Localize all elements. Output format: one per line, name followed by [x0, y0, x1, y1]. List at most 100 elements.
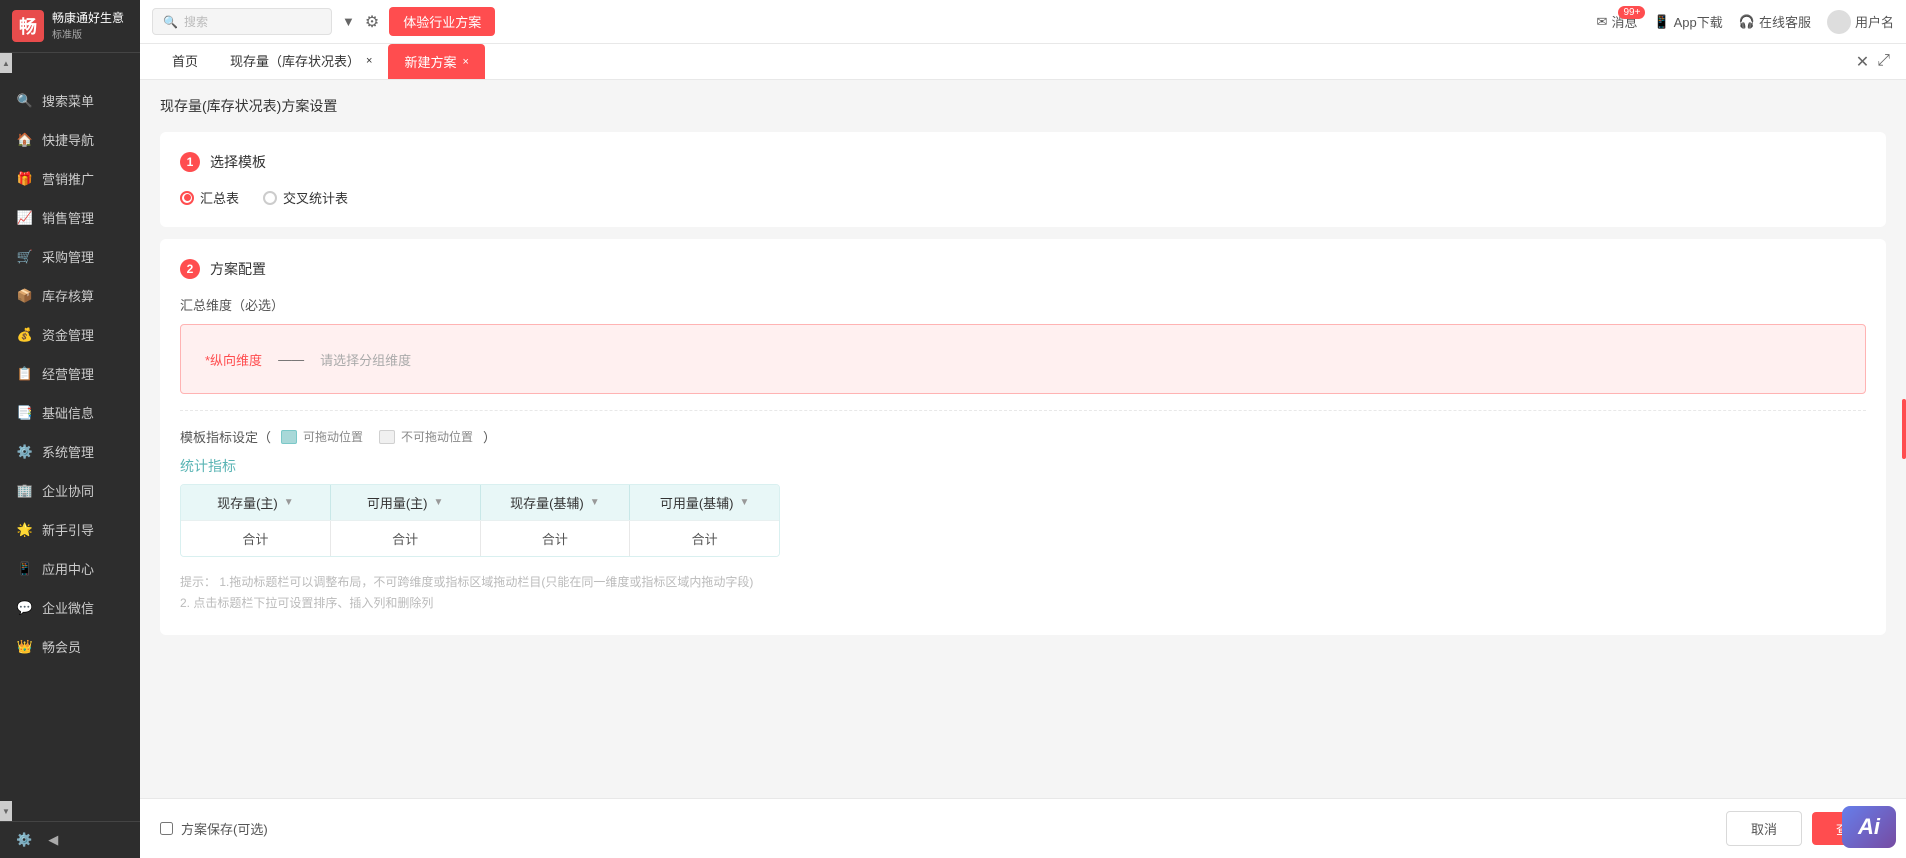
tab-home[interactable]: 首页	[156, 43, 214, 80]
metrics-table-row: 合计 合计 合计 合计	[181, 520, 779, 556]
inventory-icon: 📦	[16, 287, 34, 305]
online-service-link[interactable]: 🎧 在线客服	[1739, 12, 1811, 31]
collapse-icon[interactable]: ◀	[48, 832, 58, 848]
marketing-icon: 🎁	[16, 170, 34, 188]
tab-new-scheme-close[interactable]: ×	[462, 56, 468, 68]
col-available-aux[interactable]: 可用量(基辅) ▼	[630, 485, 779, 520]
sidebar-scroll-up[interactable]: ▲	[0, 53, 12, 73]
quick-nav-icon: 🏠	[16, 131, 34, 149]
radio-summary-label: 汇总表	[200, 188, 239, 207]
step2-header: 2 方案配置	[180, 259, 1866, 279]
sidebar-item-member[interactable]: 👑 畅会员	[0, 627, 140, 666]
col-present-main-label: 现存量(主)	[217, 493, 278, 512]
sidebar-item-label: 企业协同	[42, 481, 94, 500]
topbar-right: ✉ 消息 99+ 📱 App下载 🎧 在线客服 用户名	[1597, 10, 1894, 34]
sidebar-item-new-guide[interactable]: 🌟 新手引导	[0, 510, 140, 549]
tab-close-action[interactable]: ✕	[1856, 52, 1869, 72]
col-present-main-chevron[interactable]: ▼	[284, 497, 294, 508]
tip-line1: 提示： 1.拖动标题栏可以调整布局，不可跨维度或指标区域拖动栏目(只能在同一维度…	[180, 573, 1866, 590]
sidebar-footer: ⚙️ ◀	[0, 821, 140, 858]
step1-title: 选择模板	[210, 152, 266, 172]
cell-present-main: 合计	[181, 521, 331, 556]
radio-cross-dot	[263, 191, 277, 205]
col-available-main-label: 可用量(主)	[367, 493, 428, 512]
save-option: 方案保存(可选)	[160, 819, 268, 838]
app-logo: 畅 畅康通好生意 标准版	[0, 0, 140, 53]
topbar-search-placeholder: 搜索	[184, 13, 208, 30]
sidebar-item-operations[interactable]: 📋 经营管理	[0, 354, 140, 393]
tab-expand-action[interactable]: ⤢	[1877, 52, 1890, 72]
dimension-section-label: 汇总维度（必选）	[180, 295, 1866, 314]
main-wrap: 🔍 搜索 ▼ ⚙ 体验行业方案 ✉ 消息 99+ 📱 App下载 🎧 在线客服 …	[140, 0, 1906, 858]
sidebar-item-finance[interactable]: 💰 资金管理	[0, 315, 140, 354]
col-available-aux-label: 可用量(基辅)	[660, 493, 734, 512]
radio-cross-label: 交叉统计表	[283, 188, 348, 207]
step2-card: 2 方案配置 汇总维度（必选） *纵向维度 —— 请选择分组维度 模板指标设定（	[160, 239, 1886, 635]
cancel-button[interactable]: 取消	[1726, 811, 1802, 846]
save-checkbox-input[interactable]	[160, 822, 173, 835]
sidebar-item-search-menu[interactable]: 🔍 搜索菜单	[0, 81, 140, 120]
settings-footer-icon[interactable]: ⚙️	[16, 832, 32, 848]
tab-inventory-status[interactable]: 现存量（库存状况表） ×	[214, 43, 388, 80]
col-available-main[interactable]: 可用量(主) ▼	[331, 485, 481, 520]
logo-sub: 标准版	[52, 26, 124, 41]
template-radio-group: 汇总表 交叉统计表	[180, 188, 1866, 207]
radio-cross[interactable]: 交叉统计表	[263, 188, 348, 207]
topbar-search-box[interactable]: 🔍 搜索	[152, 8, 332, 35]
finance-icon: 💰	[16, 326, 34, 344]
stats-label: 统计指标	[180, 456, 1866, 476]
topbar-search-icon: 🔍	[163, 15, 178, 29]
topbar-gear-icon[interactable]: ⚙	[365, 12, 379, 32]
sidebar-item-quick-nav[interactable]: 🏠 快捷导航	[0, 120, 140, 159]
step1-header: 1 选择模板	[180, 152, 1866, 172]
col-present-aux-chevron[interactable]: ▼	[590, 497, 600, 508]
sidebar-item-label: 经营管理	[42, 364, 94, 383]
purchase-icon: 🛒	[16, 248, 34, 266]
topbar-dropdown-icon[interactable]: ▼	[342, 14, 355, 29]
user-info[interactable]: 用户名	[1827, 10, 1894, 34]
page-title: 现存量(库存状况表)方案设置	[160, 96, 1886, 116]
app-download-link[interactable]: 📱 App下载	[1653, 12, 1722, 31]
dimension-area[interactable]: *纵向维度 —— 请选择分组维度	[180, 324, 1866, 394]
legend-fixed-box	[379, 430, 395, 444]
base-info-icon: 📑	[16, 404, 34, 422]
message-badge: 99+	[1618, 6, 1645, 19]
sidebar-item-purchase[interactable]: 🛒 采购管理	[0, 237, 140, 276]
sidebar-item-sales[interactable]: 📈 销售管理	[0, 198, 140, 237]
sidebar-item-enterprise-wechat[interactable]: 💬 企业微信	[0, 588, 140, 627]
sidebar: 畅 畅康通好生意 标准版 ▲ 🔍 搜索菜单 🏠 快捷导航 🎁 营销推广 📈 销售…	[0, 0, 140, 858]
legend-draggable-text: 可拖动位置	[303, 428, 363, 445]
save-option-label: 方案保存(可选)	[181, 819, 268, 838]
new-guide-icon: 🌟	[16, 521, 34, 539]
download-icon: 📱	[1653, 14, 1669, 30]
step2-title: 方案配置	[210, 259, 266, 279]
col-available-aux-chevron[interactable]: ▼	[740, 497, 750, 508]
enterprise-icon: 🏢	[16, 482, 34, 500]
sidebar-item-enterprise[interactable]: 🏢 企业协同	[0, 471, 140, 510]
tab-new-scheme[interactable]: 新建方案 ×	[388, 44, 484, 79]
sidebar-item-marketing[interactable]: 🎁 营销推广	[0, 159, 140, 198]
sidebar-scroll-down[interactable]: ▼	[0, 801, 12, 821]
col-present-aux[interactable]: 现存量(基辅) ▼	[481, 485, 631, 520]
col-available-main-chevron[interactable]: ▼	[434, 497, 444, 508]
search-menu-icon: 🔍	[16, 92, 34, 110]
message-icon: ✉	[1597, 14, 1608, 30]
col-present-main[interactable]: 现存量(主) ▼	[181, 485, 331, 520]
sidebar-item-inventory[interactable]: 📦 库存核算	[0, 276, 140, 315]
sidebar-item-label: 系统管理	[42, 442, 94, 461]
sidebar-item-label: 应用中心	[42, 559, 94, 578]
tabs-bar: 首页 现存量（库存状况表） × 新建方案 × ✕ ⤢	[140, 44, 1906, 80]
sidebar-item-base-info[interactable]: 📑 基础信息	[0, 393, 140, 432]
sidebar-item-label: 采购管理	[42, 247, 94, 266]
ai-badge: Ai	[1842, 806, 1896, 848]
cell-present-aux: 合计	[481, 521, 631, 556]
service-icon: 🎧	[1739, 14, 1755, 30]
section-divider	[180, 410, 1866, 411]
trial-industry-button[interactable]: 体验行业方案	[389, 7, 495, 36]
sidebar-item-sys-mgmt[interactable]: ⚙️ 系统管理	[0, 432, 140, 471]
sidebar-item-app-center[interactable]: 📱 应用中心	[0, 549, 140, 588]
tab-inventory-close[interactable]: ×	[366, 55, 372, 67]
cell-available-aux: 合计	[630, 521, 779, 556]
radio-summary[interactable]: 汇总表	[180, 188, 239, 207]
message-area[interactable]: ✉ 消息 99+	[1597, 12, 1638, 31]
